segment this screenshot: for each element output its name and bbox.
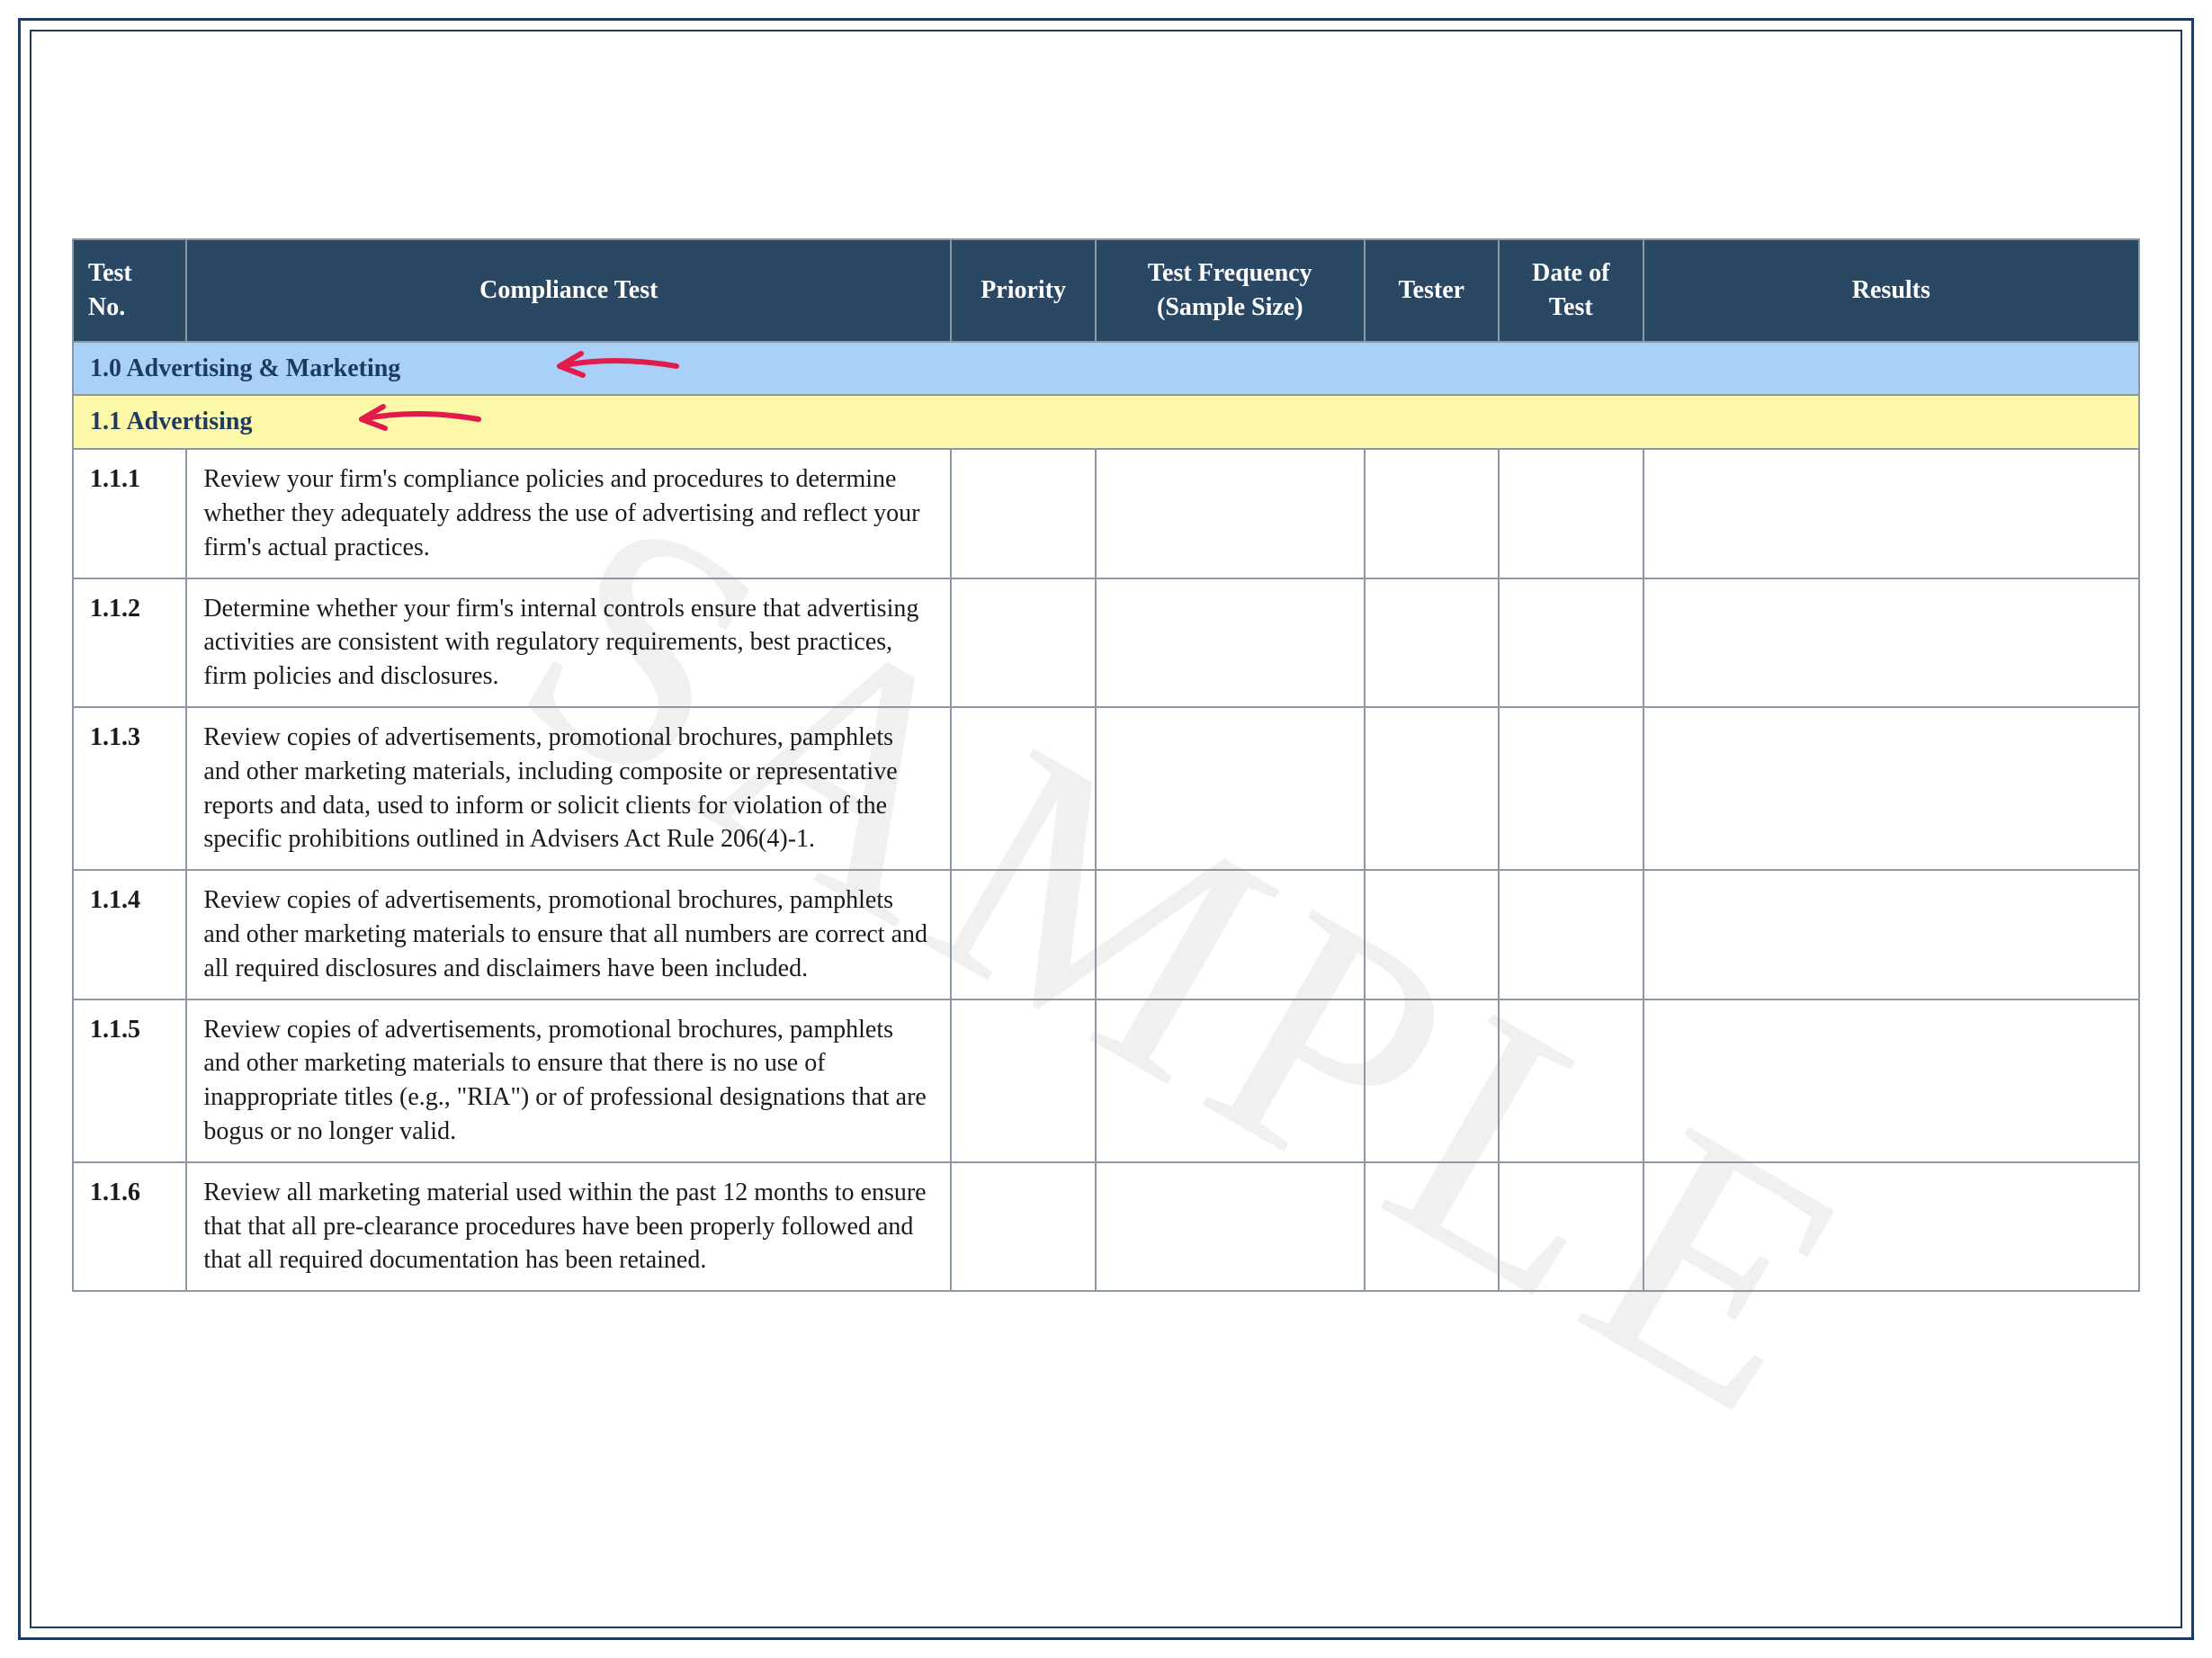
cell-priority — [951, 707, 1096, 870]
cell-testno: 1.1.2 — [73, 578, 186, 707]
table-header-row: Test No. Compliance Test Priority Test F… — [73, 239, 2139, 342]
cell-tester — [1365, 870, 1499, 999]
outer-border: SAMPLE Test No. Compliance Test Priority… — [18, 18, 2194, 1640]
cell-tester — [1365, 999, 1499, 1162]
cell-test: Review copies of advertisements, promoti… — [186, 707, 951, 870]
cell-date — [1499, 870, 1643, 999]
cell-test: Review your firm's compliance policies a… — [186, 449, 951, 578]
cell-date — [1499, 578, 1643, 707]
inner-border: SAMPLE Test No. Compliance Test Priority… — [30, 30, 2182, 1628]
cell-date — [1499, 999, 1643, 1162]
cell-testno: 1.1.4 — [73, 870, 186, 999]
cell-testno: 1.1.3 — [73, 707, 186, 870]
cell-tester — [1365, 1162, 1499, 1291]
cell-date — [1499, 1162, 1643, 1291]
cell-tester — [1365, 578, 1499, 707]
cell-frequency — [1096, 578, 1365, 707]
cell-results — [1643, 870, 2139, 999]
table-row: 1.1.5 Review copies of advertisements, p… — [73, 999, 2139, 1162]
col-date: Date of Test — [1499, 239, 1643, 342]
cell-tester — [1365, 449, 1499, 578]
cell-results — [1643, 449, 2139, 578]
cell-priority — [951, 1162, 1096, 1291]
page: SAMPLE Test No. Compliance Test Priority… — [0, 0, 2212, 1658]
cell-priority — [951, 870, 1096, 999]
col-tester: Tester — [1365, 239, 1499, 342]
cell-frequency — [1096, 999, 1365, 1162]
table-header: Test No. Compliance Test Priority Test F… — [73, 239, 2139, 342]
cell-date — [1499, 449, 1643, 578]
subsection-cell: 1.1 Advertising — [73, 395, 2139, 449]
col-priority: Priority — [951, 239, 1096, 342]
content-area: Test No. Compliance Test Priority Test F… — [31, 31, 2181, 1292]
section-cell: 1.0 Advertising & Marketing — [73, 342, 2139, 396]
cell-test: Determine whether your firm's internal c… — [186, 578, 951, 707]
subsection-label: 1.1 Advertising — [90, 408, 252, 435]
col-testno: Test No. — [73, 239, 186, 342]
arrow-icon — [542, 348, 685, 384]
cell-tester — [1365, 707, 1499, 870]
cell-results — [1643, 1162, 2139, 1291]
subsection-row: 1.1 Advertising — [73, 395, 2139, 449]
cell-date — [1499, 707, 1643, 870]
col-results: Results — [1643, 239, 2139, 342]
compliance-table: Test No. Compliance Test Priority Test F… — [72, 238, 2140, 1292]
cell-frequency — [1096, 1162, 1365, 1291]
cell-test: Review all marketing material used withi… — [186, 1162, 951, 1291]
table-row: 1.1.1 Review your firm's compliance poli… — [73, 449, 2139, 578]
cell-frequency — [1096, 449, 1365, 578]
col-frequency: Test Frequency (Sample Size) — [1096, 239, 1365, 342]
table-row: 1.1.6 Review all marketing material used… — [73, 1162, 2139, 1291]
cell-priority — [951, 578, 1096, 707]
section-row: 1.0 Advertising & Marketing — [73, 342, 2139, 396]
cell-testno: 1.1.6 — [73, 1162, 186, 1291]
cell-frequency — [1096, 870, 1365, 999]
cell-results — [1643, 578, 2139, 707]
table-row: 1.1.4 Review copies of advertisements, p… — [73, 870, 2139, 999]
cell-priority — [951, 449, 1096, 578]
cell-priority — [951, 999, 1096, 1162]
cell-testno: 1.1.5 — [73, 999, 186, 1162]
cell-frequency — [1096, 707, 1365, 870]
col-test: Compliance Test — [186, 239, 951, 342]
section-label: 1.0 Advertising & Marketing — [90, 354, 400, 382]
cell-testno: 1.1.1 — [73, 449, 186, 578]
cell-results — [1643, 999, 2139, 1162]
cell-results — [1643, 707, 2139, 870]
table-row: 1.1.3 Review copies of advertisements, p… — [73, 707, 2139, 870]
arrow-icon — [344, 401, 488, 437]
cell-test: Review copies of advertisements, promoti… — [186, 870, 951, 999]
cell-test: Review copies of advertisements, promoti… — [186, 999, 951, 1162]
table-row: 1.1.2 Determine whether your firm's inte… — [73, 578, 2139, 707]
